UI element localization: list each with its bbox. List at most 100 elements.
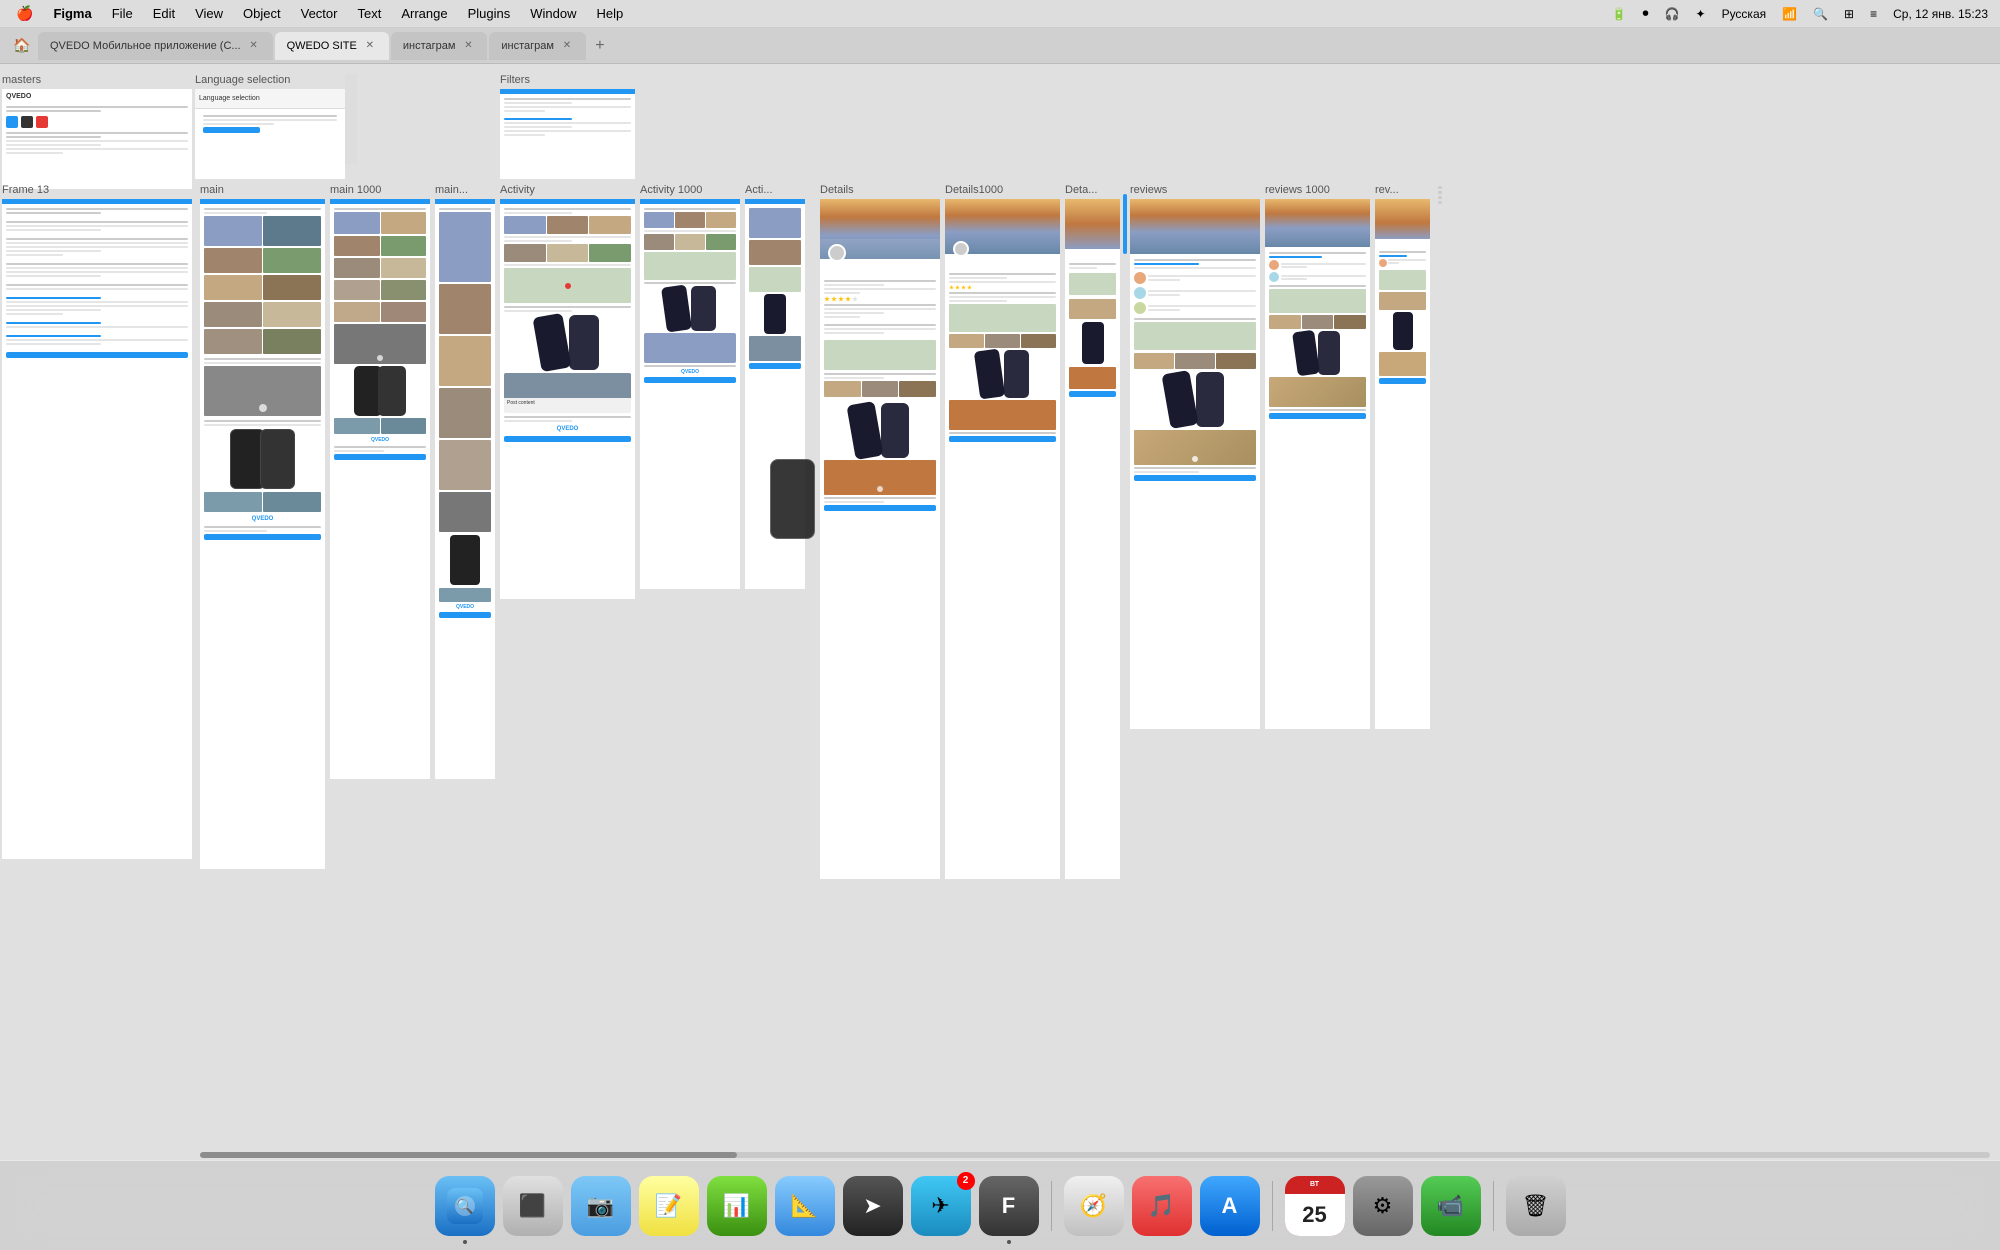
- app-name[interactable]: Figma: [45, 6, 99, 21]
- tab-close-button[interactable]: ✕: [363, 39, 377, 53]
- reviews-label: reviews: [1130, 184, 1260, 196]
- dock-figma[interactable]: F: [979, 1176, 1039, 1236]
- dock-trash[interactable]: 🗑: [1506, 1176, 1566, 1236]
- dock-telegram[interactable]: ✈ 2: [911, 1176, 971, 1236]
- main1000-panel: main 1000: [330, 184, 430, 779]
- details-label: Details: [820, 184, 940, 196]
- tab-instagram-2[interactable]: инстаграм ✕: [489, 32, 586, 60]
- add-tab-button[interactable]: +: [588, 34, 612, 58]
- dock-separator-3: [1493, 1181, 1494, 1231]
- masters-frame[interactable]: QVEDO: [2, 89, 192, 189]
- home-button[interactable]: 🏠: [8, 32, 36, 60]
- menu-edit[interactable]: Edit: [145, 6, 183, 21]
- filters-label: Filters: [500, 74, 635, 86]
- apple-menu[interactable]: 🍎: [8, 5, 41, 22]
- tab-qwedo-site[interactable]: QWEDO SITE ✕: [275, 32, 389, 60]
- details1000-frame[interactable]: [945, 199, 1060, 879]
- masters-label: masters: [2, 74, 192, 86]
- activity1000-frame[interactable]: QVEDO: [640, 199, 740, 589]
- dock-screenshot[interactable]: 📷: [571, 1176, 631, 1236]
- tab-close-button[interactable]: ✕: [247, 39, 261, 53]
- dock-safari[interactable]: 🧭: [1064, 1176, 1124, 1236]
- tabbar: 🏠 QVEDO Мобильное приложение (С... ✕ QWE…: [0, 28, 2000, 64]
- reviews1000-frame[interactable]: [1265, 199, 1370, 729]
- frame13-frame[interactable]: [2, 199, 192, 859]
- headphones-icon: 🎧: [1661, 7, 1684, 21]
- language-selection-label: Language selection: [195, 74, 345, 86]
- tab-label: QWEDO SITE: [287, 40, 357, 52]
- tab-close-button[interactable]: ✕: [560, 39, 574, 53]
- menu-text[interactable]: Text: [349, 6, 389, 21]
- menu-file[interactable]: File: [104, 6, 141, 21]
- bluetooth-icon: ✦: [1692, 7, 1710, 21]
- dock-keynote[interactable]: 📐: [775, 1176, 835, 1236]
- language-selection-panel: Language selection Language selection: [195, 74, 345, 179]
- canvas-scrollbar[interactable]: [200, 1152, 1990, 1158]
- tab-close-button[interactable]: ✕: [461, 39, 475, 53]
- dock-appstore[interactable]: A: [1200, 1176, 1260, 1236]
- deta-label: Deta...: [1065, 184, 1120, 196]
- menu-plugins[interactable]: Plugins: [460, 6, 519, 21]
- dock-arrow[interactable]: ➤: [843, 1176, 903, 1236]
- svg-text:🔍: 🔍: [456, 1197, 473, 1215]
- activity-label: Activity: [500, 184, 635, 196]
- menu-arrange[interactable]: Arrange: [393, 6, 455, 21]
- main-dots-frame[interactable]: QVEDO: [435, 199, 495, 779]
- battery-icon: 🔋: [1608, 7, 1631, 21]
- dock-systemprefs[interactable]: ⚙: [1353, 1176, 1413, 1236]
- small-frame-panel: [345, 74, 357, 164]
- main-panel: main: [200, 184, 325, 869]
- main-frame[interactable]: QVEDO: [200, 199, 325, 869]
- tab-label: инстаграм: [501, 40, 554, 52]
- menu-view[interactable]: View: [187, 6, 231, 21]
- filters-frame[interactable]: [500, 89, 635, 179]
- dock-music[interactable]: 🎵: [1132, 1176, 1192, 1236]
- wifi-icon: 📶: [1778, 7, 1801, 21]
- details-frame[interactable]: [820, 199, 940, 879]
- dock-fantastical[interactable]: ВТ 25: [1285, 1176, 1345, 1236]
- masters-panel: masters QVEDO: [2, 74, 192, 189]
- dock-dot: [463, 1240, 467, 1244]
- search-icon[interactable]: 🔍: [1809, 7, 1832, 21]
- tab-label: QVEDO Мобильное приложение (С...: [50, 40, 241, 52]
- canvas-scrollbar-thumb[interactable]: [200, 1152, 737, 1158]
- dock-launchpad[interactable]: ⬛: [503, 1176, 563, 1236]
- dock-separator: [1051, 1181, 1052, 1231]
- activity-frame[interactable]: Post content QVEDO: [500, 199, 635, 599]
- rev-frame[interactable]: [1375, 199, 1430, 729]
- dock-badge-telegram: 2: [957, 1172, 975, 1190]
- control-center-icon[interactable]: ⊞: [1840, 7, 1858, 21]
- tab-instagram-1[interactable]: инстаграм ✕: [391, 32, 488, 60]
- dock-facetime[interactable]: 📹: [1421, 1176, 1481, 1236]
- reviews-frame[interactable]: [1130, 199, 1260, 729]
- details1000-label: Details1000: [945, 184, 1060, 196]
- tab-qvedo-mobile[interactable]: QVEDO Мобильное приложение (С... ✕: [38, 32, 273, 60]
- main-dots-panel: main... QVEDO: [435, 184, 495, 779]
- main1000-label: main 1000: [330, 184, 430, 196]
- date-time[interactable]: Ср, 12 янв. 15:23: [1889, 7, 1992, 21]
- menubar: 🍎 Figma File Edit View Object Vector Tex…: [0, 0, 2000, 28]
- dock-dot: [1007, 1240, 1011, 1244]
- dock-finder[interactable]: 🔍: [435, 1176, 495, 1236]
- acti-panel: Acti...: [745, 184, 805, 589]
- rev-panel: rev...: [1375, 184, 1430, 729]
- frame13-panel: Frame 13: [2, 184, 192, 859]
- details-panel: Details: [820, 184, 940, 879]
- details1000-panel: Details1000: [945, 184, 1060, 879]
- dock-notes[interactable]: 📝: [639, 1176, 699, 1236]
- dock-numbers[interactable]: 📊: [707, 1176, 767, 1236]
- canvas-area[interactable]: masters QVEDO Frame 13: [0, 64, 2000, 1160]
- language-selector[interactable]: Русская: [1718, 7, 1771, 21]
- deta-panel: Deta...: [1065, 184, 1120, 879]
- menu-help[interactable]: Help: [588, 6, 631, 21]
- reviews1000-label: reviews 1000: [1265, 184, 1370, 196]
- language-selection-frame[interactable]: Language selection: [195, 89, 345, 179]
- deta-frame[interactable]: [1065, 199, 1120, 879]
- main-dots-label: main...: [435, 184, 495, 196]
- main1000-frame[interactable]: QVEDO: [330, 199, 430, 779]
- notification-icon[interactable]: ≡: [1866, 7, 1881, 21]
- main-label: main: [200, 184, 325, 196]
- menu-object[interactable]: Object: [235, 6, 289, 21]
- menu-vector[interactable]: Vector: [293, 6, 346, 21]
- menu-window[interactable]: Window: [522, 6, 584, 21]
